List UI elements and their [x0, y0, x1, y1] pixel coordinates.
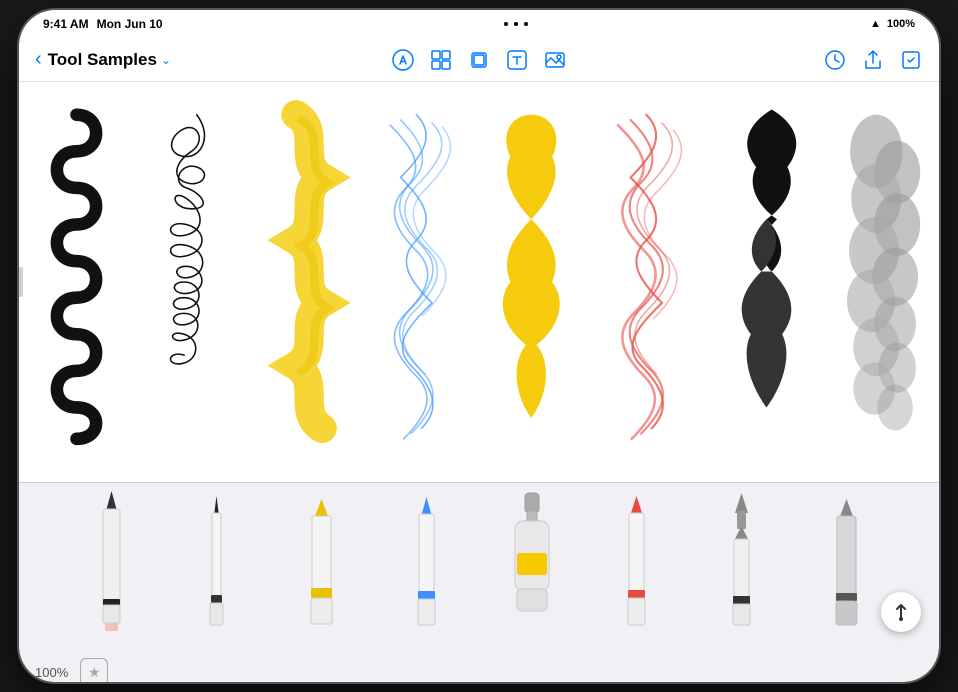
nib-pen-tool[interactable] — [707, 491, 777, 646]
layers-icon[interactable] — [467, 48, 491, 72]
toolbar-left: ‹ Tool Samples ⌄ — [35, 48, 326, 71]
crayon-tool[interactable] — [602, 491, 672, 646]
dot3 — [524, 22, 528, 26]
sample-marker-yellow — [296, 115, 327, 429]
star-icon: ★ — [88, 664, 101, 681]
history-icon[interactable] — [823, 48, 847, 72]
title-chevron-icon: ⌄ — [161, 53, 171, 67]
image-icon[interactable] — [543, 48, 567, 72]
side-marker — [19, 267, 23, 297]
bottom-bar: 100% ★ — [19, 658, 939, 682]
sample-pencil-blue — [390, 115, 450, 439]
fineliner-tool[interactable] — [182, 491, 252, 646]
date: Mon Jun 10 — [97, 17, 163, 31]
zoom-level: 100% — [35, 665, 68, 680]
airbrush-tool[interactable] — [812, 491, 882, 646]
paint-tool[interactable] — [497, 491, 567, 646]
back-chevron: ‹ — [35, 48, 42, 71]
status-center — [504, 22, 528, 26]
wifi-icon: ▲ — [870, 18, 881, 30]
share-icon[interactable] — [861, 48, 885, 72]
sample-crayon-red — [618, 115, 681, 439]
toolbar-center — [334, 48, 625, 72]
dot2 — [514, 22, 518, 26]
brush-tool[interactable] — [392, 491, 462, 646]
marker-tool[interactable] — [287, 491, 357, 646]
ipad-frame: 9:41 AM Mon Jun 10 ▲ 100% ‹ Tool Samples — [19, 10, 939, 682]
sample-loops-black — [171, 115, 205, 364]
toolbar: ‹ Tool Samples ⌄ — [19, 38, 939, 82]
sample-snake-black — [57, 115, 96, 439]
edit-icon[interactable] — [899, 48, 923, 72]
bottom-left: 100% ★ — [35, 658, 108, 682]
floating-pen-button[interactable] — [881, 592, 921, 632]
status-right: ▲ 100% — [870, 18, 915, 30]
star-button[interactable]: ★ — [80, 658, 108, 682]
status-bar: 9:41 AM Mon Jun 10 ▲ 100% — [19, 10, 939, 38]
document-title: Tool Samples — [48, 50, 157, 70]
tools-row — [19, 483, 939, 658]
pencil-circle-icon[interactable] — [391, 48, 415, 72]
battery-indicator: 100% — [887, 18, 915, 30]
canvas-area[interactable] — [19, 82, 939, 482]
dot1 — [504, 22, 508, 26]
tool-panel: 100% ★ — [19, 482, 939, 682]
grid-icon[interactable] — [429, 48, 453, 72]
sample-paint-yellow — [503, 115, 560, 418]
status-left: 9:41 AM Mon Jun 10 — [43, 17, 163, 31]
sample-airbrush-gray — [847, 115, 920, 431]
drawing-samples — [19, 82, 939, 482]
ipad-screen: 9:41 AM Mon Jun 10 ▲ 100% ‹ Tool Samples — [19, 10, 939, 682]
title-area[interactable]: Tool Samples ⌄ — [48, 50, 171, 70]
back-button[interactable]: ‹ — [35, 48, 42, 71]
toolbar-right — [632, 48, 923, 72]
main-content: 100% ★ — [19, 82, 939, 682]
sample-nib-black — [742, 110, 797, 408]
pencil-tool[interactable] — [77, 491, 147, 646]
text-icon[interactable] — [505, 48, 529, 72]
time: 9:41 AM — [43, 17, 89, 31]
